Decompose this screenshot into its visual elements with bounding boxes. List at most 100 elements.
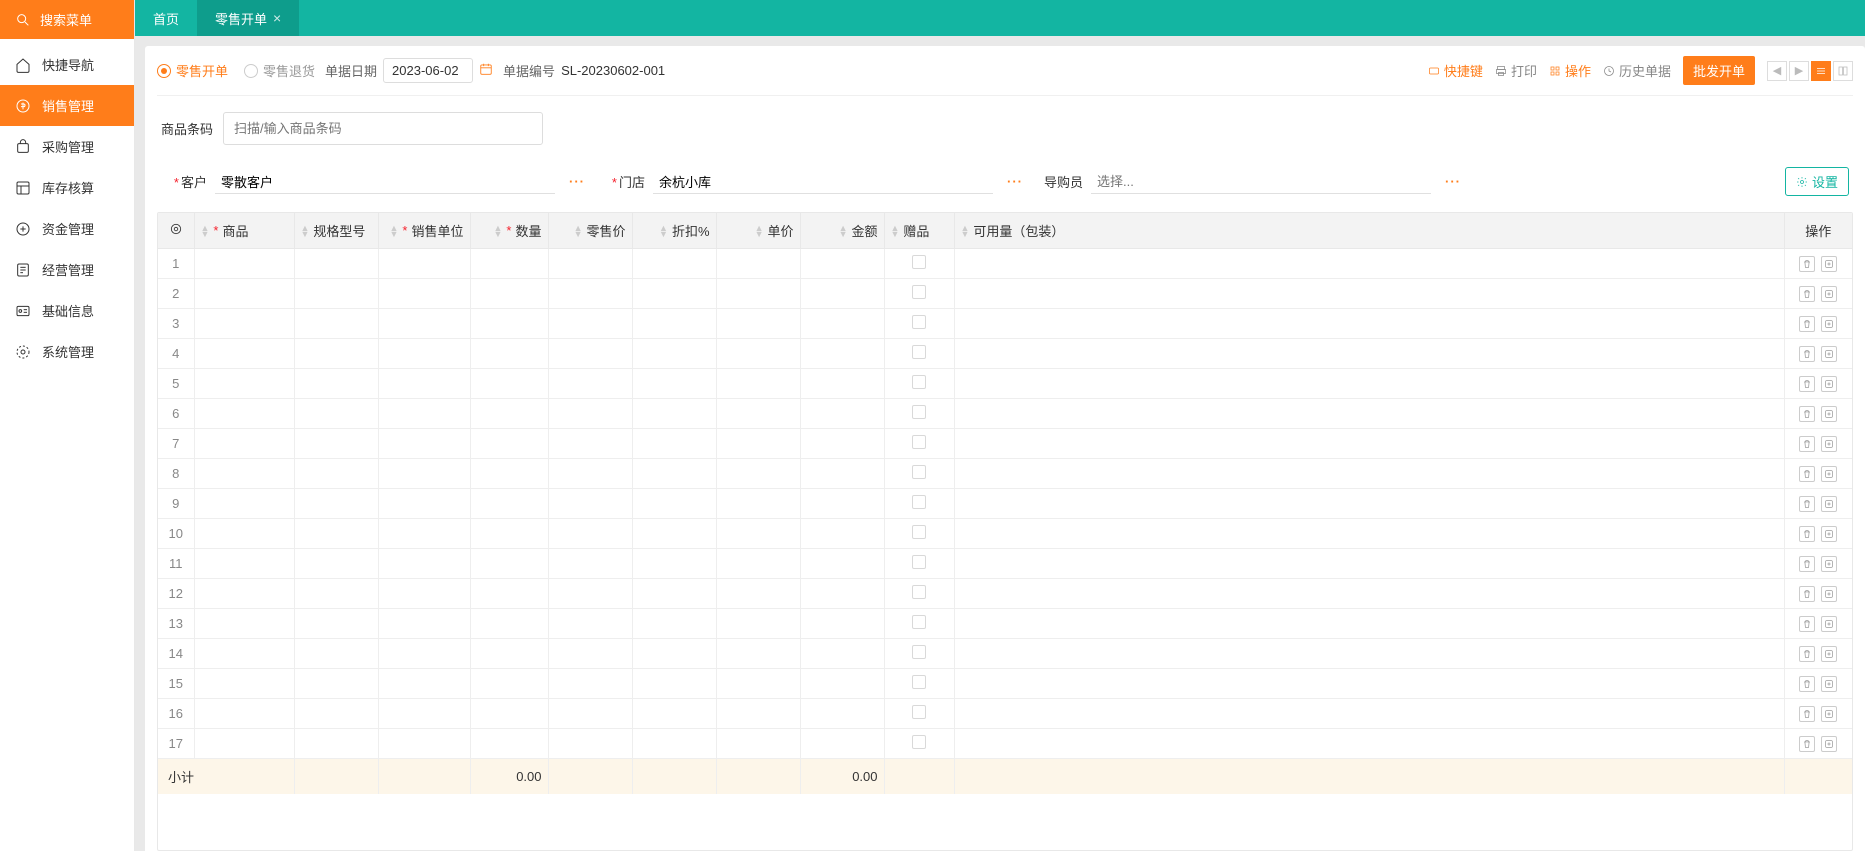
- add-icon[interactable]: [1821, 496, 1837, 512]
- gift-checkbox[interactable]: [912, 285, 926, 299]
- gift-checkbox[interactable]: [912, 585, 926, 599]
- table-row[interactable]: 4: [158, 339, 1852, 369]
- table-row[interactable]: 12: [158, 579, 1852, 609]
- gift-checkbox[interactable]: [912, 405, 926, 419]
- table-row[interactable]: 6: [158, 399, 1852, 429]
- gift-checkbox[interactable]: [912, 495, 926, 509]
- close-icon[interactable]: ×: [273, 10, 281, 26]
- sidebar-item-2[interactable]: 采购管理: [0, 126, 134, 167]
- th-gear[interactable]: [158, 213, 194, 249]
- radio-retail-return[interactable]: 零售退货: [244, 61, 315, 80]
- add-icon[interactable]: [1821, 286, 1837, 302]
- nav-list-button[interactable]: [1811, 61, 1831, 81]
- delete-icon[interactable]: [1799, 586, 1815, 602]
- gift-checkbox[interactable]: [912, 375, 926, 389]
- operate-link[interactable]: 操作: [1549, 61, 1591, 80]
- delete-icon[interactable]: [1799, 496, 1815, 512]
- th-unit[interactable]: ▲▼*销售单位: [378, 213, 470, 249]
- sidebar-item-0[interactable]: 快捷导航: [0, 44, 134, 85]
- customer-input[interactable]: [215, 170, 555, 194]
- nav-prev-button[interactable]: ◀: [1767, 61, 1787, 81]
- add-icon[interactable]: [1821, 736, 1837, 752]
- delete-icon[interactable]: [1799, 616, 1815, 632]
- add-icon[interactable]: [1821, 376, 1837, 392]
- date-input[interactable]: 2023-06-02: [383, 58, 473, 83]
- delete-icon[interactable]: [1799, 646, 1815, 662]
- sidebar-item-6[interactable]: 基础信息: [0, 290, 134, 331]
- settings-button[interactable]: 设置: [1785, 167, 1849, 196]
- gift-checkbox[interactable]: [912, 465, 926, 479]
- th-amount[interactable]: ▲▼金额: [800, 213, 884, 249]
- barcode-input[interactable]: [223, 112, 543, 145]
- add-icon[interactable]: [1821, 676, 1837, 692]
- th-qty[interactable]: ▲▼*数量: [470, 213, 548, 249]
- table-row[interactable]: 11: [158, 549, 1852, 579]
- table-row[interactable]: 8: [158, 459, 1852, 489]
- customer-more-icon[interactable]: ···: [563, 174, 591, 189]
- table-row[interactable]: 16: [158, 699, 1852, 729]
- delete-icon[interactable]: [1799, 736, 1815, 752]
- add-icon[interactable]: [1821, 646, 1837, 662]
- gift-checkbox[interactable]: [912, 615, 926, 629]
- table-row[interactable]: 3: [158, 309, 1852, 339]
- th-unit-price[interactable]: ▲▼单价: [716, 213, 800, 249]
- delete-icon[interactable]: [1799, 286, 1815, 302]
- add-icon[interactable]: [1821, 586, 1837, 602]
- store-input[interactable]: [653, 170, 993, 194]
- delete-icon[interactable]: [1799, 406, 1815, 422]
- nav-expand-button[interactable]: [1833, 61, 1853, 81]
- delete-icon[interactable]: [1799, 376, 1815, 392]
- th-product[interactable]: ▲▼*商品: [194, 213, 294, 249]
- shortcut-link[interactable]: 快捷键: [1428, 61, 1483, 80]
- gift-checkbox[interactable]: [912, 345, 926, 359]
- delete-icon[interactable]: [1799, 706, 1815, 722]
- add-icon[interactable]: [1821, 346, 1837, 362]
- delete-icon[interactable]: [1799, 676, 1815, 692]
- sidebar-item-5[interactable]: 经营管理: [0, 249, 134, 290]
- add-icon[interactable]: [1821, 706, 1837, 722]
- sidebar-item-1[interactable]: 销售管理: [0, 85, 134, 126]
- gift-checkbox[interactable]: [912, 705, 926, 719]
- sidebar-item-4[interactable]: 资金管理: [0, 208, 134, 249]
- tab-1[interactable]: 零售开单×: [197, 0, 299, 36]
- gift-checkbox[interactable]: [912, 315, 926, 329]
- delete-icon[interactable]: [1799, 436, 1815, 452]
- table-row[interactable]: 2: [158, 279, 1852, 309]
- add-icon[interactable]: [1821, 466, 1837, 482]
- gift-checkbox[interactable]: [912, 525, 926, 539]
- th-spec[interactable]: ▲▼规格型号: [294, 213, 378, 249]
- gift-checkbox[interactable]: [912, 435, 926, 449]
- gift-checkbox[interactable]: [912, 255, 926, 269]
- tab-0[interactable]: 首页: [135, 0, 197, 36]
- table-row[interactable]: 13: [158, 609, 1852, 639]
- table-row[interactable]: 10: [158, 519, 1852, 549]
- guide-more-icon[interactable]: ···: [1439, 174, 1467, 189]
- table-row[interactable]: 15: [158, 669, 1852, 699]
- nav-next-button[interactable]: ▶: [1789, 61, 1809, 81]
- add-icon[interactable]: [1821, 406, 1837, 422]
- radio-retail-order[interactable]: 零售开单: [157, 61, 228, 80]
- th-available[interactable]: ▲▼可用量（包装）: [954, 213, 1784, 249]
- delete-icon[interactable]: [1799, 526, 1815, 542]
- delete-icon[interactable]: [1799, 316, 1815, 332]
- table-row[interactable]: 7: [158, 429, 1852, 459]
- table-row[interactable]: 14: [158, 639, 1852, 669]
- delete-icon[interactable]: [1799, 256, 1815, 272]
- add-icon[interactable]: [1821, 616, 1837, 632]
- add-icon[interactable]: [1821, 316, 1837, 332]
- batch-order-button[interactable]: 批发开单: [1683, 56, 1755, 85]
- add-icon[interactable]: [1821, 436, 1837, 452]
- sidebar-item-3[interactable]: 库存核算: [0, 167, 134, 208]
- gift-checkbox[interactable]: [912, 735, 926, 749]
- gift-checkbox[interactable]: [912, 555, 926, 569]
- table-row[interactable]: 17: [158, 729, 1852, 759]
- add-icon[interactable]: [1821, 256, 1837, 272]
- guide-input[interactable]: [1091, 170, 1431, 194]
- delete-icon[interactable]: [1799, 466, 1815, 482]
- th-retail-price[interactable]: ▲▼零售价: [548, 213, 632, 249]
- table-row[interactable]: 5: [158, 369, 1852, 399]
- table-row[interactable]: 9: [158, 489, 1852, 519]
- history-link[interactable]: 历史单据: [1603, 61, 1671, 80]
- add-icon[interactable]: [1821, 556, 1837, 572]
- delete-icon[interactable]: [1799, 556, 1815, 572]
